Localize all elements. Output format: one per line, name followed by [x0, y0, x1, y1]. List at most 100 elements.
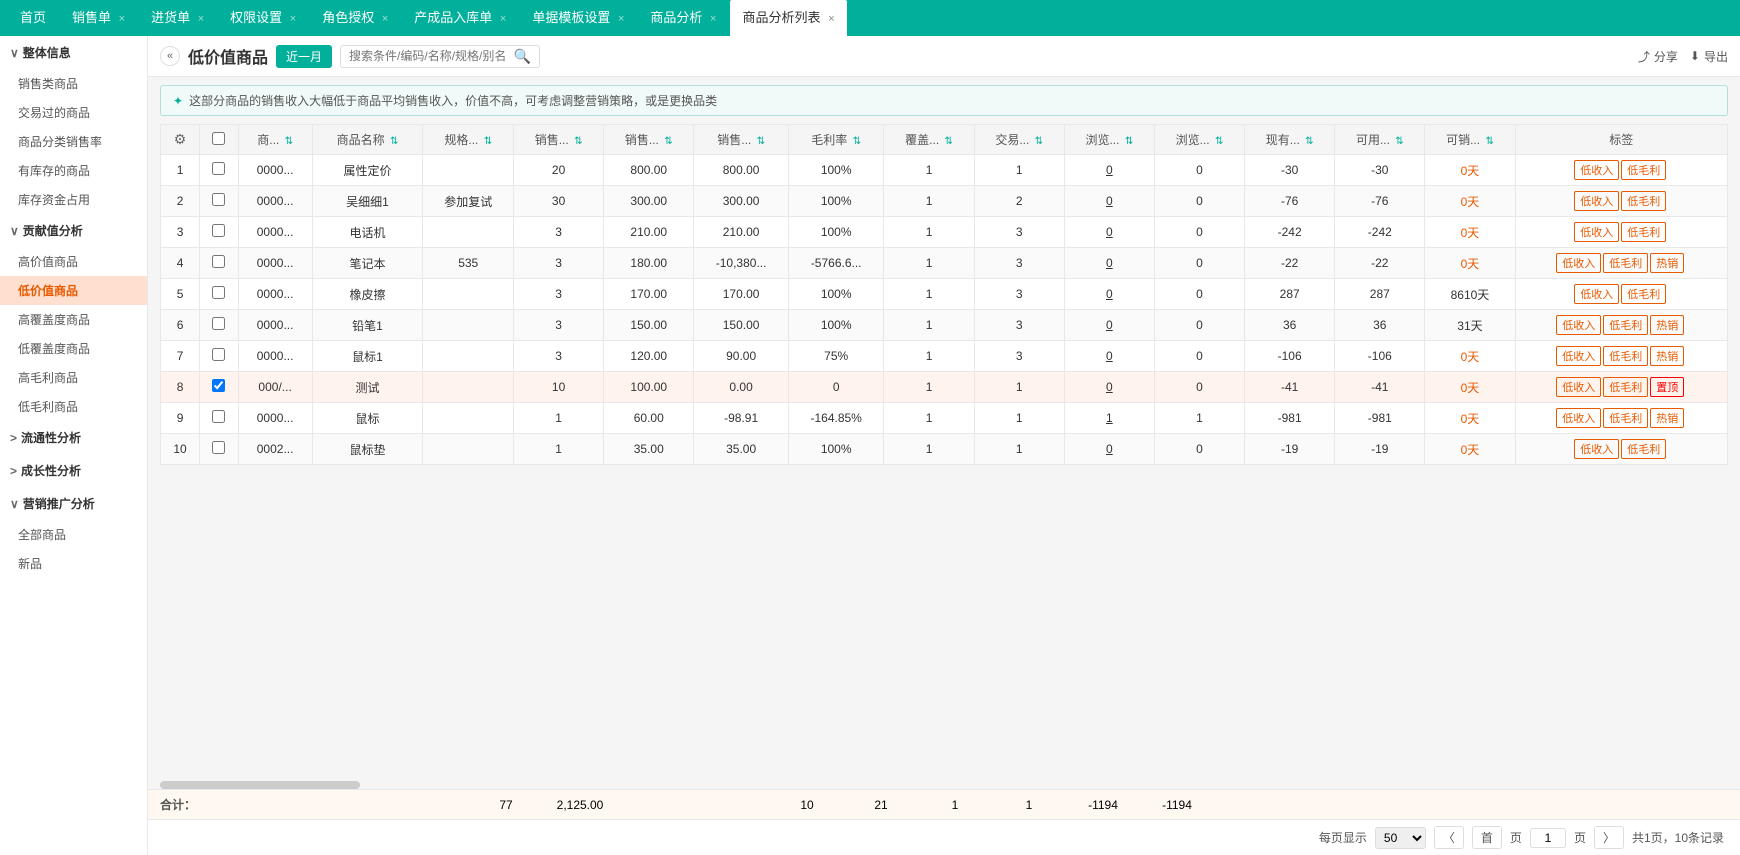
row-checkbox-input[interactable]	[212, 410, 225, 423]
nav-close-goods-analysis-list[interactable]: ×	[828, 13, 834, 25]
row-checkbox[interactable]	[200, 341, 239, 372]
sidebar-item-sales-goods[interactable]: 销售类商品	[0, 69, 147, 98]
row-checkbox-input[interactable]	[212, 379, 225, 392]
search-input[interactable]	[349, 49, 514, 63]
row-view1[interactable]: 0	[1064, 279, 1154, 310]
col-current[interactable]: 现有... ⇅	[1245, 125, 1335, 155]
col-gross-rate[interactable]: 毛利率 ⇅	[788, 125, 884, 155]
row-view1[interactable]: 0	[1064, 217, 1154, 248]
row-view1[interactable]: 0	[1064, 372, 1154, 403]
row-view1[interactable]: 0	[1064, 155, 1154, 186]
sidebar-item-stock-capital[interactable]: 库存资金占用	[0, 185, 147, 214]
row-view1[interactable]: 0	[1064, 248, 1154, 279]
nav-close-permission[interactable]: ×	[290, 13, 296, 25]
row-checkbox[interactable]	[200, 155, 239, 186]
row-view1-value[interactable]: 0	[1106, 163, 1113, 177]
col-coverage[interactable]: 覆盖... ⇅	[884, 125, 974, 155]
nav-close-product-stock[interactable]: ×	[500, 13, 506, 25]
col-sale-price[interactable]: 销售... ⇅	[604, 125, 694, 155]
sidebar-collapse-btn[interactable]: «	[160, 46, 180, 66]
col-sale-qty[interactable]: 销售... ⇅	[514, 125, 604, 155]
row-checkbox[interactable]	[200, 310, 239, 341]
sidebar-item-low-value[interactable]: 低价值商品	[0, 276, 147, 305]
col-checkbox[interactable]	[200, 125, 239, 155]
row-checkbox[interactable]	[200, 372, 239, 403]
row-checkbox-input[interactable]	[212, 317, 225, 330]
nav-goods-analysis[interactable]: 商品分析 ×	[638, 0, 728, 36]
share-button[interactable]: ⤴ 分享	[1638, 48, 1678, 65]
nav-product-stock[interactable]: 产成品入库单 ×	[402, 0, 518, 36]
first-page-button[interactable]: 首	[1472, 826, 1502, 849]
col-trade[interactable]: 交易... ⇅	[974, 125, 1064, 155]
horizontal-scrollbar[interactable]	[160, 781, 1728, 789]
nav-template[interactable]: 单据模板设置 ×	[520, 0, 636, 36]
row-checkbox[interactable]	[200, 279, 239, 310]
col-code[interactable]: 商... ⇅	[238, 125, 312, 155]
row-checkbox-input[interactable]	[212, 255, 225, 268]
row-checkbox-input[interactable]	[212, 286, 225, 299]
row-checkbox-input[interactable]	[212, 441, 225, 454]
row-view1-value[interactable]: 0	[1106, 349, 1113, 363]
row-view1-value[interactable]: 0	[1106, 287, 1113, 301]
row-checkbox[interactable]	[200, 434, 239, 465]
per-page-select[interactable]: 50 100 200	[1375, 827, 1426, 849]
sidebar-item-low-margin[interactable]: 低毛利商品	[0, 392, 147, 421]
nav-close-template[interactable]: ×	[618, 13, 624, 25]
col-view2[interactable]: 浏览... ⇅	[1154, 125, 1244, 155]
period-button[interactable]: 近一月	[276, 45, 332, 68]
col-sale-amount[interactable]: 销售... ⇅	[694, 125, 789, 155]
sidebar-item-new-goods[interactable]: 新品	[0, 549, 147, 578]
row-checkbox[interactable]	[200, 217, 239, 248]
sidebar-group-marketing[interactable]: ∨ 营销推广分析	[0, 487, 147, 520]
col-view1[interactable]: 浏览... ⇅	[1064, 125, 1154, 155]
gear-icon[interactable]: ⚙	[174, 131, 187, 147]
row-checkbox-input[interactable]	[212, 162, 225, 175]
next-button[interactable]: 〉	[1594, 826, 1624, 849]
row-checkbox-input[interactable]	[212, 193, 225, 206]
nav-permission[interactable]: 权限设置 ×	[218, 0, 308, 36]
nav-close-purchase[interactable]: ×	[198, 13, 204, 25]
col-available[interactable]: 可用... ⇅	[1335, 125, 1425, 155]
scrollbar-thumb[interactable]	[160, 781, 360, 789]
nav-purchase[interactable]: 进货单 ×	[139, 0, 216, 36]
sidebar-item-high-margin[interactable]: 高毛利商品	[0, 363, 147, 392]
sidebar-item-category-rate[interactable]: 商品分类销售率	[0, 127, 147, 156]
row-view1[interactable]: 0	[1064, 186, 1154, 217]
row-view1-value[interactable]: 0	[1106, 225, 1113, 239]
row-checkbox[interactable]	[200, 248, 239, 279]
sidebar-item-high-coverage[interactable]: 高覆盖度商品	[0, 305, 147, 334]
row-view1[interactable]: 0	[1064, 341, 1154, 372]
row-checkbox-input[interactable]	[212, 348, 225, 361]
row-view1-value[interactable]: 0	[1106, 256, 1113, 270]
row-view1-value[interactable]: 1	[1106, 411, 1113, 425]
row-checkbox[interactable]	[200, 403, 239, 434]
sidebar-item-stock-goods[interactable]: 有库存的商品	[0, 156, 147, 185]
export-button[interactable]: ⬇ 导出	[1690, 48, 1728, 65]
sidebar-item-all-goods[interactable]: 全部商品	[0, 520, 147, 549]
sidebar-group-growth[interactable]: > 成长性分析	[0, 454, 147, 487]
prev-button[interactable]: 〈	[1434, 826, 1464, 849]
nav-sales[interactable]: 销售单 ×	[60, 0, 137, 36]
row-view1-value[interactable]: 0	[1106, 318, 1113, 332]
sidebar-item-high-value[interactable]: 高价值商品	[0, 247, 147, 276]
nav-role[interactable]: 角色授权 ×	[310, 0, 400, 36]
row-view1[interactable]: 1	[1064, 403, 1154, 434]
row-view1[interactable]: 0	[1064, 310, 1154, 341]
col-name[interactable]: 商品名称 ⇅	[312, 125, 423, 155]
nav-close-role[interactable]: ×	[382, 13, 388, 25]
row-view1-value[interactable]: 0	[1106, 442, 1113, 456]
row-view1[interactable]: 0	[1064, 434, 1154, 465]
table-container[interactable]: ⚙ 商... ⇅ 商品名称 ⇅ 规格... ⇅ 销售... ⇅ 销售... ⇅ …	[148, 124, 1740, 781]
col-gear[interactable]: ⚙	[161, 125, 200, 155]
nav-close-goods-analysis[interactable]: ×	[710, 13, 716, 25]
nav-close-sales[interactable]: ×	[119, 13, 125, 25]
row-view1-value[interactable]: 0	[1106, 194, 1113, 208]
col-spec[interactable]: 规格... ⇅	[423, 125, 514, 155]
select-all-checkbox[interactable]	[212, 132, 225, 145]
sidebar-item-traded-goods[interactable]: 交易过的商品	[0, 98, 147, 127]
row-checkbox-input[interactable]	[212, 224, 225, 237]
row-checkbox[interactable]	[200, 186, 239, 217]
sidebar-group-contribution[interactable]: ∨ 贡献值分析	[0, 214, 147, 247]
sidebar-item-low-coverage[interactable]: 低覆盖度商品	[0, 334, 147, 363]
nav-goods-analysis-list[interactable]: 商品分析列表 ×	[730, 0, 846, 36]
